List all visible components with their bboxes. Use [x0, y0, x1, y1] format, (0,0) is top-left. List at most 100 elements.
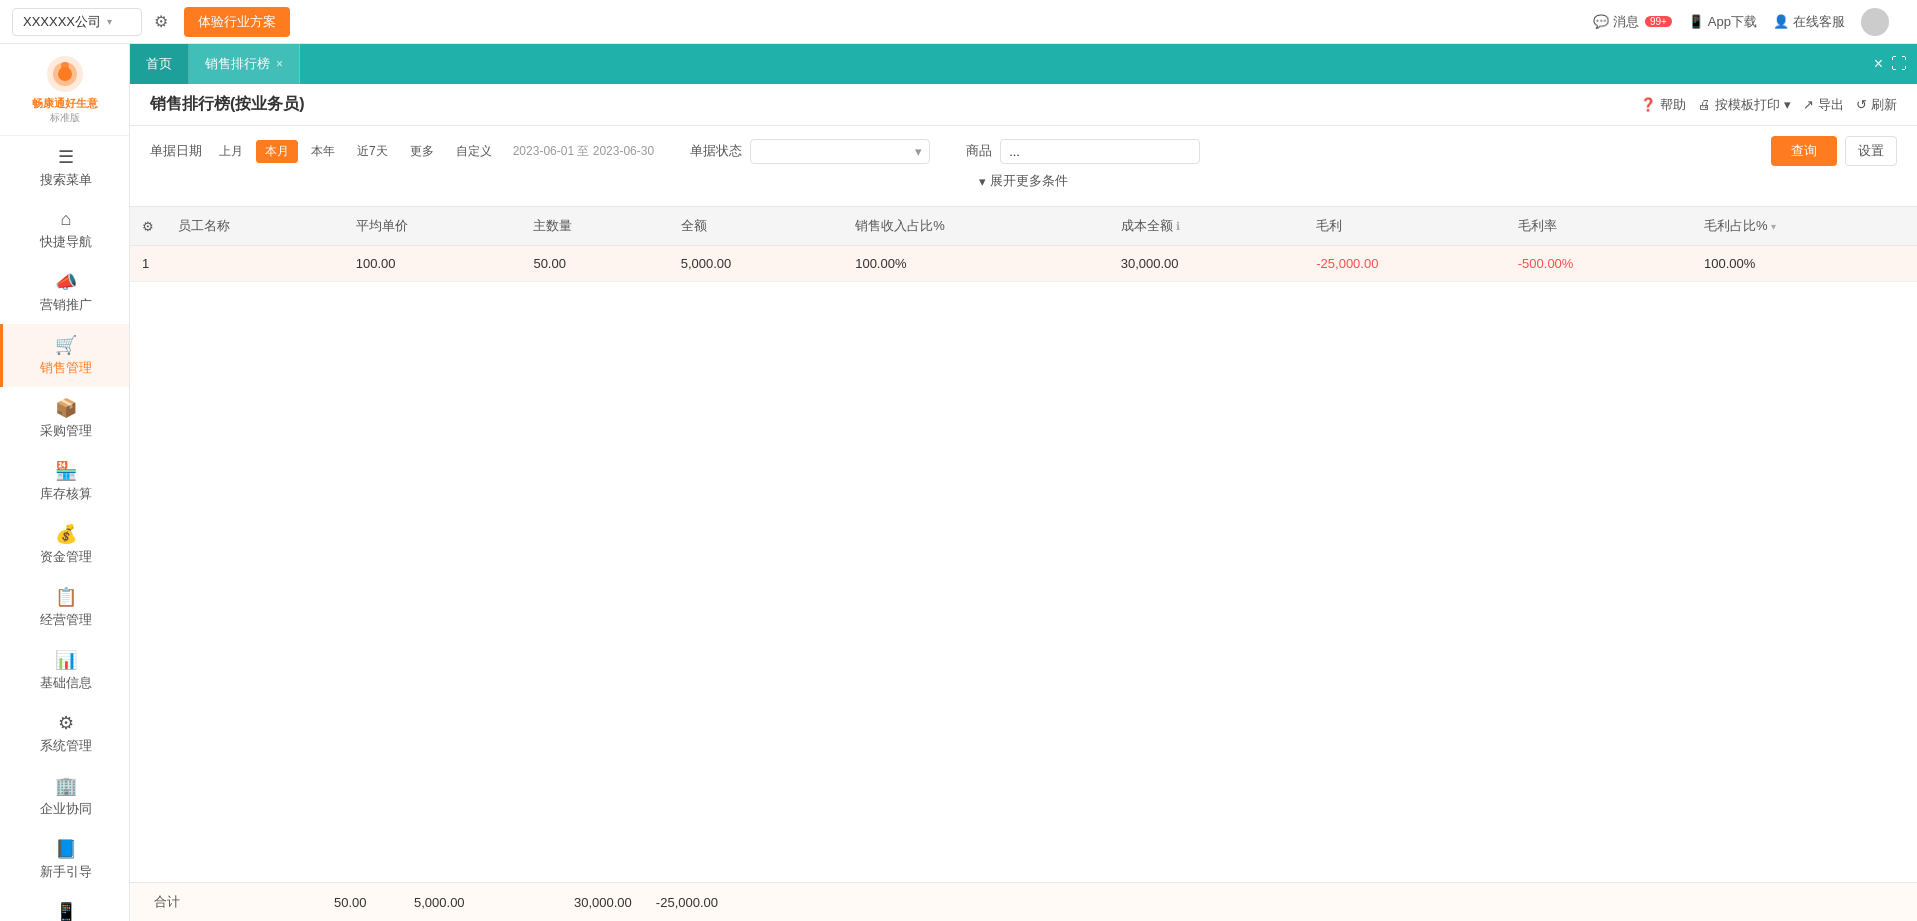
th-gross-rate-label: 毛利率 [1518, 218, 1557, 233]
td-sales-pct: 100.00% [843, 246, 1109, 282]
finance-icon: 💰 [55, 523, 77, 545]
footer-qty: 50.00 [322, 895, 402, 910]
appstore-icon: 📱 [55, 901, 77, 921]
filter-settings-button[interactable]: 设置 [1845, 136, 1897, 166]
logo-sub: 标准版 [50, 111, 80, 125]
page-title: 销售排行榜(按业务员) [150, 94, 305, 115]
template-print-label: 按模板打印 [1715, 96, 1780, 114]
filter-row-1: 单据日期 上月 本月 本年 近7天 更多 自定义 2023-06-01 至 20… [150, 136, 1897, 166]
tab-bar: 首页 销售排行榜 × × ⛶ [130, 44, 1917, 84]
status-select[interactable] [750, 139, 930, 164]
export-button[interactable]: ↗ 导出 [1803, 96, 1844, 114]
th-gross-pct-label: 毛利占比% [1704, 218, 1768, 233]
footer-amount: 5,000.00 [402, 895, 482, 910]
cost-info-icon[interactable]: ℹ [1176, 220, 1180, 232]
th-gross-pct: 毛利占比% ▾ [1692, 207, 1917, 246]
sidebar-item-shortcut[interactable]: ⌂ 快捷导航 [0, 199, 129, 261]
logo-area: 畅康通好生意 标准版 [0, 44, 129, 136]
tab-home[interactable]: 首页 [130, 44, 189, 84]
operations-icon: 📋 [55, 586, 77, 608]
sidebar-item-appstore[interactable]: 📱 应用中心 [0, 891, 129, 921]
help-button[interactable]: ❓ 帮助 [1640, 96, 1686, 114]
sidebar-item-purchase[interactable]: 📦 采购管理 [0, 387, 129, 450]
sidebar-item-operations[interactable]: 📋 经营管理 [0, 576, 129, 639]
status-select-wrap [750, 139, 930, 164]
header-actions: ❓ 帮助 🖨 按模板打印 ▾ ↗ 导出 ↺ 刷新 [1640, 96, 1897, 114]
expand-button[interactable]: ▾ 展开更多条件 [979, 172, 1068, 190]
column-settings-icon[interactable]: ⚙ [142, 219, 154, 234]
trial-button[interactable]: 体验行业方案 [184, 7, 290, 37]
sidebar-item-inventory[interactable]: 🏪 库存核算 [0, 450, 129, 513]
message-label: 消息 [1613, 13, 1639, 31]
td-qty: 50.00 [521, 246, 668, 282]
sidebar-label-operations: 经营管理 [40, 611, 92, 629]
sidebar-item-search[interactable]: ☰ 搜索菜单 [0, 136, 129, 199]
sidebar-item-sales[interactable]: 🛒 销售管理 [0, 324, 129, 387]
sidebar-label-purchase: 采购管理 [40, 422, 92, 440]
logo-icon [45, 54, 85, 94]
th-name-label: 员工名称 [178, 218, 230, 233]
th-gross-label: 毛利 [1316, 218, 1342, 233]
content-area: 首页 销售排行榜 × × ⛶ 销售排行榜(按业务员) ❓ 帮助 🖨 按模 [130, 44, 1917, 921]
date-tab-last-month[interactable]: 上月 [210, 140, 252, 163]
marketing-icon: 📣 [55, 271, 77, 293]
sidebar-label-inventory: 库存核算 [40, 485, 92, 503]
th-gross-rate: 毛利率 [1506, 207, 1692, 246]
export-label: 导出 [1818, 96, 1844, 114]
refresh-icon: ↺ [1856, 97, 1867, 112]
sidebar-label-basic: 基础信息 [40, 674, 92, 692]
goods-input[interactable] [1000, 139, 1200, 164]
svg-point-3 [61, 62, 69, 70]
tab-sales-rank-label: 销售排行榜 [205, 55, 270, 73]
app-download-button[interactable]: 📱 App下载 [1688, 13, 1757, 31]
message-button[interactable]: 💬 消息 99+ [1593, 13, 1672, 31]
service-label: 在线客服 [1793, 13, 1845, 31]
help-label: 帮助 [1660, 96, 1686, 114]
table-header-row: ⚙ 员工名称 平均单价 主数量 全额 [130, 207, 1917, 246]
top-bar: XXXXXX公司 ▾ ⚙ 体验行业方案 💬 消息 99+ 📱 App下载 👤 在… [0, 0, 1917, 44]
company-selector[interactable]: XXXXXX公司 ▾ [12, 8, 142, 36]
sales-icon: 🛒 [55, 334, 77, 356]
sidebar-item-enterprise[interactable]: 🏢 企业协同 [0, 765, 129, 828]
sidebar-item-basic[interactable]: 📊 基础信息 [0, 639, 129, 702]
help-icon: ❓ [1640, 97, 1656, 112]
gross-pct-sort-icon[interactable]: ▾ [1771, 221, 1776, 232]
filter-area: 单据日期 上月 本月 本年 近7天 更多 自定义 2023-06-01 至 20… [130, 126, 1917, 207]
sidebar-item-finance[interactable]: 💰 资金管理 [0, 513, 129, 576]
date-tab-custom[interactable]: 自定义 [447, 140, 501, 163]
sidebar-label-sales: 销售管理 [40, 359, 92, 377]
search-menu-icon: ☰ [58, 146, 74, 168]
message-badge: 99+ [1645, 16, 1672, 27]
date-tab-this-year[interactable]: 本年 [302, 140, 344, 163]
sidebar-item-guide[interactable]: 📘 新手引导 [0, 828, 129, 891]
sidebar-label-shortcut: 快捷导航 [40, 233, 92, 251]
sidebar-item-marketing[interactable]: 📣 营销推广 [0, 261, 129, 324]
table-footer: 合计 50.00 5,000.00 30,000.00 -25,000.00 [130, 882, 1917, 921]
date-tab-this-month[interactable]: 本月 [256, 140, 298, 163]
tab-close-icon[interactable]: × [276, 57, 283, 71]
refresh-button[interactable]: ↺ 刷新 [1856, 96, 1897, 114]
settings-icon[interactable]: ⚙ [150, 8, 172, 35]
th-qty-label: 主数量 [533, 218, 572, 233]
sidebar-label-finance: 资金管理 [40, 548, 92, 566]
service-icon: 👤 [1773, 14, 1789, 29]
message-icon: 💬 [1593, 14, 1609, 29]
date-tab-7days[interactable]: 近7天 [348, 140, 397, 163]
th-cost-label: 成本全额 [1121, 218, 1173, 233]
tab-close-all-icon[interactable]: × [1874, 55, 1883, 73]
sidebar: 畅康通好生意 标准版 ☰ 搜索菜单 ⌂ 快捷导航 📣 营销推广 🛒 销售管理 📦… [0, 44, 130, 921]
tab-bar-right: × ⛶ [1874, 55, 1917, 73]
tab-sales-rank[interactable]: 销售排行榜 × [189, 44, 300, 84]
td-cost: 30,000.00 [1109, 246, 1305, 282]
date-tab-more[interactable]: 更多 [401, 140, 443, 163]
sidebar-item-system[interactable]: ⚙ 系统管理 [0, 702, 129, 765]
template-print-button[interactable]: 🖨 按模板打印 ▾ [1698, 96, 1791, 114]
online-service-button[interactable]: 👤 在线客服 [1773, 13, 1845, 31]
refresh-label: 刷新 [1871, 96, 1897, 114]
expand-row: ▾ 展开更多条件 [150, 166, 1897, 196]
avatar[interactable] [1861, 8, 1889, 36]
sidebar-label-guide: 新手引导 [40, 863, 92, 881]
logo-text: 畅康通好生意 [32, 96, 98, 111]
query-button[interactable]: 查询 [1771, 136, 1837, 166]
tab-expand-icon[interactable]: ⛶ [1891, 55, 1907, 73]
